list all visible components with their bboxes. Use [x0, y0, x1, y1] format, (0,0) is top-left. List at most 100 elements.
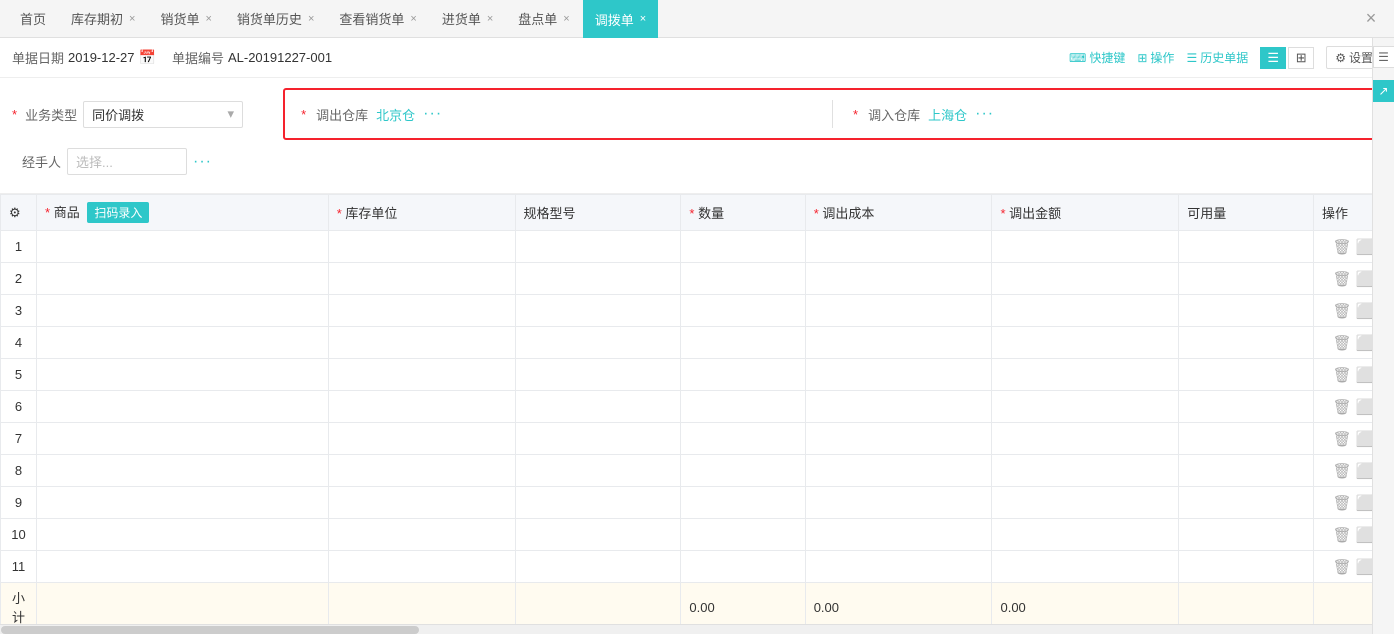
delete-icon[interactable]: 🗑	[1333, 494, 1352, 512]
warehouse-in-value[interactable]: 上海仓	[928, 105, 967, 124]
delete-icon[interactable]: 🗑	[1333, 558, 1352, 576]
row-9-amount[interactable]	[992, 487, 1179, 519]
col-settings[interactable]: ⚙	[1, 195, 37, 231]
tab-view-sales[interactable]: 查看销货单 ×	[327, 0, 429, 38]
row-4-qty[interactable]	[681, 327, 805, 359]
row-2-spec[interactable]	[515, 263, 681, 295]
row-8-amount[interactable]	[992, 455, 1179, 487]
tab-purchase-order[interactable]: 进货单 ×	[430, 0, 506, 38]
tab-sales-history[interactable]: 销货单历史 ×	[225, 0, 327, 38]
row-10-cost[interactable]	[805, 519, 992, 551]
close-purchase-order[interactable]: ×	[487, 13, 493, 25]
horizontal-scrollbar[interactable]	[0, 624, 1394, 634]
history-button[interactable]: ☰ 历史单据	[1186, 49, 1248, 66]
close-sales-history[interactable]: ×	[308, 13, 314, 25]
delete-icon[interactable]: 🗑	[1333, 238, 1352, 256]
row-4-amount[interactable]	[992, 327, 1179, 359]
row-6-cost[interactable]	[805, 391, 992, 423]
row-2-amount[interactable]	[992, 263, 1179, 295]
delete-icon[interactable]: 🗑	[1333, 334, 1352, 352]
warehouse-out-more-icon[interactable]: ···	[423, 105, 442, 123]
row-9-spec[interactable]	[515, 487, 681, 519]
sidebar-expand-button[interactable]: ↗	[1373, 80, 1394, 102]
row-1-qty[interactable]	[681, 231, 805, 263]
row-6-product[interactable]	[37, 391, 329, 423]
row-2-product[interactable]	[37, 263, 329, 295]
delete-icon[interactable]: 🗑	[1333, 302, 1352, 320]
layout-grid-button[interactable]: ⊞	[1288, 47, 1314, 69]
close-sales-order[interactable]: ×	[205, 13, 211, 25]
close-inventory-init[interactable]: ×	[129, 13, 135, 25]
tab-home[interactable]: 首页	[8, 0, 59, 38]
row-9-unit[interactable]	[328, 487, 515, 519]
row-10-qty[interactable]	[681, 519, 805, 551]
warehouse-in-more-icon[interactable]: ···	[975, 105, 994, 123]
row-5-qty[interactable]	[681, 359, 805, 391]
delete-icon[interactable]: 🗑	[1333, 366, 1352, 384]
row-7-cost[interactable]	[805, 423, 992, 455]
shortcuts-button[interactable]: ⌨ 快捷键	[1069, 49, 1125, 66]
row-8-cost[interactable]	[805, 455, 992, 487]
tab-transfer-order[interactable]: 调拨单 ×	[583, 0, 658, 38]
delete-icon[interactable]: 🗑	[1333, 526, 1352, 544]
row-7-product[interactable]	[37, 423, 329, 455]
row-5-unit[interactable]	[328, 359, 515, 391]
operations-button[interactable]: ⊞ 操作	[1137, 49, 1174, 66]
row-1-cost[interactable]	[805, 231, 992, 263]
close-view-sales[interactable]: ×	[410, 13, 416, 25]
row-7-amount[interactable]	[992, 423, 1179, 455]
operator-more-icon[interactable]: ···	[193, 153, 212, 171]
business-type-select[interactable]: 同价调拨 ▾	[83, 101, 243, 128]
close-stocktaking[interactable]: ×	[563, 13, 569, 25]
row-1-spec[interactable]	[515, 231, 681, 263]
row-1-product[interactable]	[37, 231, 329, 263]
row-7-qty[interactable]	[681, 423, 805, 455]
row-6-amount[interactable]	[992, 391, 1179, 423]
row-2-qty[interactable]	[681, 263, 805, 295]
sidebar-note-button[interactable]: ☰	[1373, 46, 1394, 68]
delete-icon[interactable]: 🗑	[1333, 430, 1352, 448]
warehouse-out-value[interactable]: 北京仓	[376, 105, 415, 124]
row-5-spec[interactable]	[515, 359, 681, 391]
scrollbar-thumb[interactable]	[1, 626, 419, 634]
tab-stocktaking[interactable]: 盘点单 ×	[506, 0, 582, 38]
row-8-qty[interactable]	[681, 455, 805, 487]
row-9-qty[interactable]	[681, 487, 805, 519]
layout-list-button[interactable]: ☰	[1260, 47, 1286, 69]
row-11-amount[interactable]	[992, 551, 1179, 583]
row-7-unit[interactable]	[328, 423, 515, 455]
tab-inventory-init[interactable]: 库存期初 ×	[59, 0, 148, 38]
row-8-unit[interactable]	[328, 455, 515, 487]
close-transfer-order[interactable]: ×	[640, 13, 646, 25]
row-10-product[interactable]	[37, 519, 329, 551]
row-8-spec[interactable]	[515, 455, 681, 487]
row-5-amount[interactable]	[992, 359, 1179, 391]
window-close-button[interactable]: ×	[1356, 4, 1386, 34]
delete-icon[interactable]: 🗑	[1333, 270, 1352, 288]
row-11-qty[interactable]	[681, 551, 805, 583]
row-11-spec[interactable]	[515, 551, 681, 583]
row-5-product[interactable]	[37, 359, 329, 391]
row-10-spec[interactable]	[515, 519, 681, 551]
row-4-cost[interactable]	[805, 327, 992, 359]
row-10-amount[interactable]	[992, 519, 1179, 551]
row-10-unit[interactable]	[328, 519, 515, 551]
row-4-product[interactable]	[37, 327, 329, 359]
row-11-product[interactable]	[37, 551, 329, 583]
row-11-unit[interactable]	[328, 551, 515, 583]
row-2-cost[interactable]	[805, 263, 992, 295]
row-1-amount[interactable]	[992, 231, 1179, 263]
row-1-unit[interactable]	[328, 231, 515, 263]
row-6-qty[interactable]	[681, 391, 805, 423]
tab-sales-order[interactable]: 销货单 ×	[148, 0, 224, 38]
row-3-spec[interactable]	[515, 295, 681, 327]
row-3-product[interactable]	[37, 295, 329, 327]
row-7-spec[interactable]	[515, 423, 681, 455]
scan-button[interactable]: 扫码录入	[87, 202, 149, 223]
row-4-unit[interactable]	[328, 327, 515, 359]
date-value[interactable]: 2019-12-27	[68, 50, 135, 65]
row-3-amount[interactable]	[992, 295, 1179, 327]
row-2-unit[interactable]	[328, 263, 515, 295]
delete-icon[interactable]: 🗑	[1333, 462, 1352, 480]
row-3-cost[interactable]	[805, 295, 992, 327]
